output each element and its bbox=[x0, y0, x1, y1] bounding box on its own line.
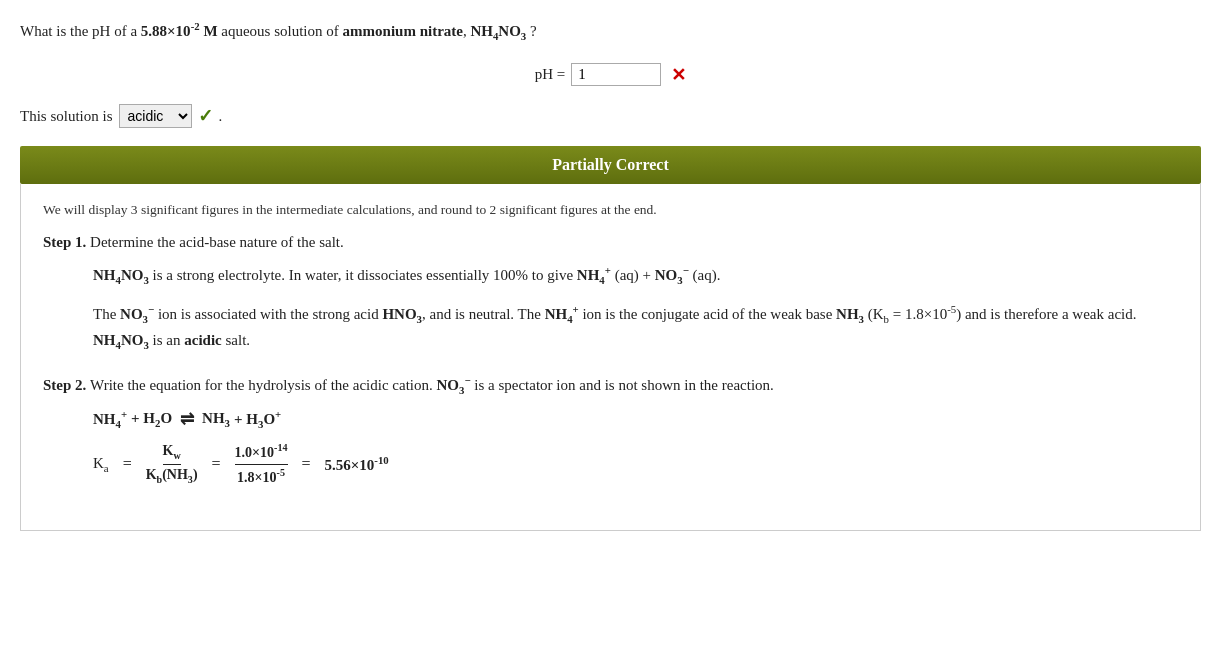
ka-fraction2: 1.0×10-14 1.8×10-5 bbox=[235, 442, 288, 486]
solution-box: We will display 3 significant figures in… bbox=[20, 184, 1201, 531]
ph-label: pH = bbox=[535, 66, 566, 83]
eq-plus-h2o: + H2O bbox=[131, 410, 172, 429]
solution-prefix: This solution is bbox=[20, 108, 113, 125]
step-2-title: Step 2. Write the equation for the hydro… bbox=[43, 374, 1178, 396]
ka-fraction1: Kw Kb(NH3) bbox=[146, 443, 198, 486]
step-2: Step 2. Write the equation for the hydro… bbox=[43, 374, 1178, 486]
ka-eq3: = bbox=[302, 455, 311, 473]
wrong-mark: ✕ bbox=[671, 64, 686, 86]
ka-label: Ka bbox=[93, 455, 109, 474]
banner-text: Partially Correct bbox=[552, 156, 669, 173]
step-1-para1: NH4NO3 is a strong electrolyte. In water… bbox=[93, 261, 1178, 289]
ph-input[interactable] bbox=[571, 63, 661, 86]
ka-eq2: = bbox=[212, 455, 221, 473]
step-1-para2: The NO3− ion is associated with the stro… bbox=[93, 300, 1178, 355]
sig-fig-note: We will display 3 significant figures in… bbox=[43, 202, 1178, 218]
question-text: What is the pH of a 5.88×10-2 M aqueous … bbox=[20, 18, 1201, 45]
ka-numer1: Kw bbox=[163, 443, 181, 465]
solution-select[interactable]: acidic basic neutral bbox=[119, 104, 192, 128]
ka-result: 5.56×10-10 bbox=[325, 454, 389, 474]
eq-nh3: NH3 bbox=[202, 410, 230, 429]
step-1-body: NH4NO3 is a strong electrolyte. In water… bbox=[43, 261, 1178, 354]
eq-plus-h3o: + H3O+ bbox=[234, 408, 281, 430]
result-banner: Partially Correct bbox=[20, 146, 1201, 184]
step-1: Step 1. Determine the acid-base nature o… bbox=[43, 234, 1178, 354]
solution-row: This solution is acidic basic neutral ✓ … bbox=[20, 104, 1201, 128]
ka-denom1: Kb(NH3) bbox=[146, 465, 198, 486]
ka-eq1: = bbox=[123, 455, 132, 473]
solution-check-mark: ✓ bbox=[198, 105, 213, 127]
step-1-title: Step 1. Determine the acid-base nature o… bbox=[43, 234, 1178, 251]
ka-numer2: 1.0×10-14 bbox=[235, 442, 288, 464]
ka-denom2: 1.8×10-5 bbox=[237, 465, 285, 486]
ph-row: pH = ✕ bbox=[20, 63, 1201, 86]
solution-suffix: . bbox=[219, 108, 223, 125]
ka-block: Ka = Kw Kb(NH3) = 1.0×10-14 1.8×10-5 = 5… bbox=[93, 442, 1178, 486]
eq-nh4: NH4+ bbox=[93, 408, 127, 430]
eq-arrow: ⇌ bbox=[180, 409, 194, 430]
reaction-equation: NH4+ + H2O ⇌ NH3 + H3O+ bbox=[93, 408, 1178, 430]
